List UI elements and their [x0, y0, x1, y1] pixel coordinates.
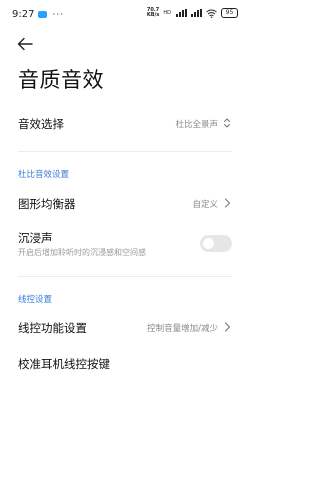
status-right: 70.7 KB/s HD 95: [147, 8, 238, 18]
dolby-section-header: 杜比音效设置: [18, 170, 70, 180]
status-bar: 9:27 ··· 70.7 KB/s HD 95: [0, 0, 250, 26]
sound-effect-value: 杜比全景声: [175, 120, 218, 130]
more-notifications-icon: ···: [52, 9, 65, 20]
page-title: 音质音效: [18, 68, 104, 92]
back-button[interactable]: [15, 34, 35, 54]
graphic-equalizer-row[interactable]: 图形均衡器 自定义: [18, 192, 232, 216]
divider: [18, 276, 232, 277]
immersive-sound-label: 沉浸声: [18, 231, 53, 245]
hd-label: HD: [163, 10, 171, 16]
toggle-knob: [203, 238, 214, 249]
back-arrow-icon: [17, 37, 33, 51]
graphic-equalizer-value: 自定义: [192, 200, 218, 210]
chevron-right-icon: [224, 322, 231, 332]
divider: [18, 151, 232, 152]
network-speed-unit: KB/s: [146, 12, 160, 18]
graphic-equalizer-label: 图形均衡器: [18, 197, 76, 211]
wired-control-function-row[interactable]: 线控功能设置 控制音量增加/减少: [18, 316, 232, 340]
wired-control-function-label: 线控功能设置: [18, 321, 87, 335]
expand-collapse-icon: [223, 118, 231, 128]
wifi-icon: [206, 9, 217, 18]
signal-icon: [176, 9, 187, 17]
immersive-sound-toggle[interactable]: [200, 235, 232, 252]
immersive-sound-description: 开启后增加聆听时的沉浸感和空间感: [18, 248, 146, 257]
immersive-sound-row[interactable]: 沉浸声 开启后增加聆听时的沉浸感和空间感: [18, 230, 232, 260]
chevron-right-icon: [224, 198, 231, 208]
sound-effect-select-row[interactable]: 音效选择 杜比全景声: [18, 112, 232, 136]
wired-control-section-header: 线控设置: [18, 295, 53, 305]
calibrate-headset-row[interactable]: 校准耳机线控按键: [18, 352, 232, 376]
app-notification-icon: [38, 11, 48, 18]
calibrate-headset-label: 校准耳机线控按键: [18, 357, 110, 371]
signal-2-icon: [191, 9, 202, 17]
sound-effect-label: 音效选择: [18, 117, 64, 131]
wired-control-function-value: 控制音量增加/减少: [147, 324, 218, 334]
status-left: 9:27 ···: [12, 9, 64, 20]
network-speed: 70.7 KB/s: [147, 8, 160, 18]
battery-icon: 95: [221, 8, 238, 18]
status-time: 9:27: [12, 9, 35, 20]
